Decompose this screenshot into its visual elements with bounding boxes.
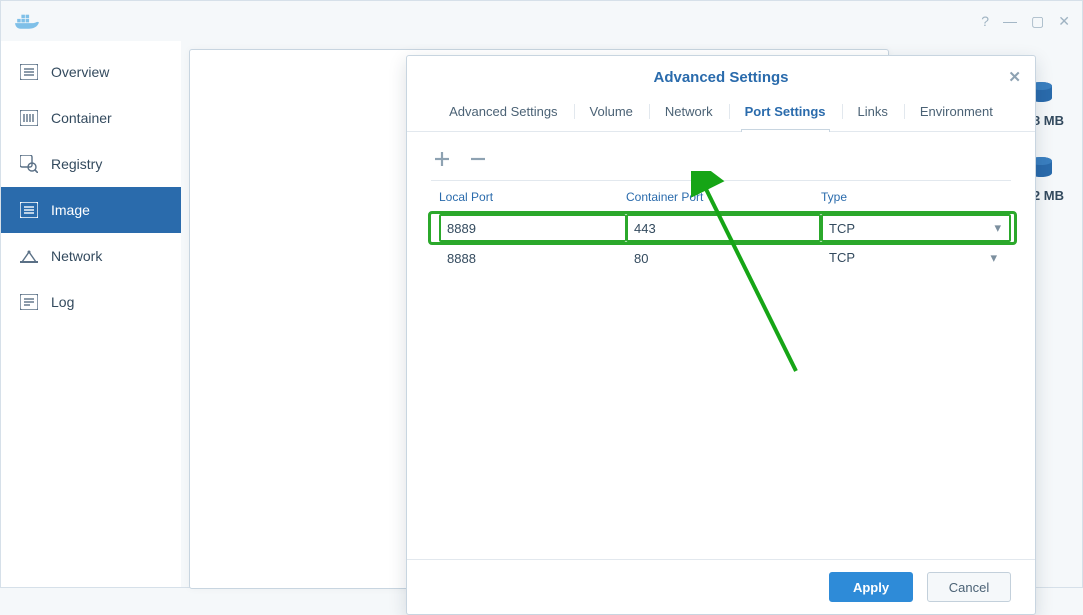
minimize-icon[interactable]: — [1003,13,1017,30]
table-row[interactable]: 8888 80 TCP▾ [431,243,1011,273]
maximize-icon[interactable]: ▢ [1031,13,1044,30]
modal-footer: Apply Cancel [407,559,1035,614]
tab-advanced-settings[interactable]: Advanced Settings [433,94,573,131]
sidebar-label: Network [51,248,102,264]
port-toolbar [431,144,1011,180]
cancel-button[interactable]: Cancel [927,572,1011,602]
remove-icon[interactable] [467,148,489,170]
modal-title: Advanced Settings ✕ [407,56,1035,94]
network-icon [19,247,39,265]
main-area: ✕ 138 MB 422 MB Advanced Settings ✕ Adva… [181,41,1082,587]
help-icon[interactable]: ? [981,13,989,30]
container-icon [19,109,39,127]
sidebar-item-container[interactable]: Container [1,95,181,141]
col-container-port[interactable]: Container Port [626,190,821,204]
window-titlebar: ? — ▢ ✕ [1,1,1082,41]
sidebar-item-overview[interactable]: Overview [1,49,181,95]
docker-whale-icon [13,10,41,32]
close-icon[interactable]: ✕ [1058,13,1070,30]
log-icon [19,293,39,311]
window-controls: ? — ▢ ✕ [981,13,1070,30]
sidebar-item-registry[interactable]: Registry [1,141,181,187]
sidebar-label: Image [51,202,90,218]
type-cell[interactable]: TCP▾ [829,250,1011,266]
tab-port-settings[interactable]: Port Settings [729,94,842,131]
col-local-port[interactable]: Local Port [431,190,626,204]
tab-links[interactable]: Links [842,94,904,131]
add-icon[interactable] [431,148,453,170]
modal-title-text: Advanced Settings [653,69,788,86]
apply-button[interactable]: Apply [829,572,913,602]
tab-environment[interactable]: Environment [904,94,1009,131]
modal-tabs: Advanced Settings Volume Network Port Se… [407,94,1035,132]
sidebar-label: Registry [51,156,102,172]
container-port-cell[interactable]: 80 [634,251,829,266]
sidebar-label: Container [51,110,112,126]
tab-network[interactable]: Network [649,94,729,131]
port-table: Local Port Container Port Type 8889 443 … [431,180,1011,273]
chevron-down-icon: ▾ [985,220,1001,236]
container-port-input[interactable]: 443 [626,214,821,242]
table-header: Local Port Container Port Type [431,181,1011,213]
type-select[interactable]: TCP▾ [821,214,1011,242]
image-icon [19,201,39,219]
close-icon[interactable]: ✕ [1008,68,1021,86]
sidebar-item-image[interactable]: Image [1,187,181,233]
sidebar-label: Overview [51,64,109,80]
advanced-settings-modal: Advanced Settings ✕ Advanced Settings Vo… [406,55,1036,615]
local-port-input[interactable]: 8889 [439,214,626,242]
col-type[interactable]: Type [821,190,1011,204]
sidebar-item-log[interactable]: Log [1,279,181,325]
sidebar: Overview Container Registry Image Networ… [1,41,181,587]
tab-volume[interactable]: Volume [574,94,649,131]
registry-icon [19,155,39,173]
chevron-down-icon: ▾ [981,250,997,266]
overview-icon [19,63,39,81]
sidebar-label: Log [51,294,74,310]
modal-body: Local Port Container Port Type 8889 443 … [407,132,1035,559]
local-port-cell[interactable]: 8888 [439,251,634,266]
sidebar-item-network[interactable]: Network [1,233,181,279]
table-row[interactable]: 8889 443 TCP▾ [431,213,1011,243]
